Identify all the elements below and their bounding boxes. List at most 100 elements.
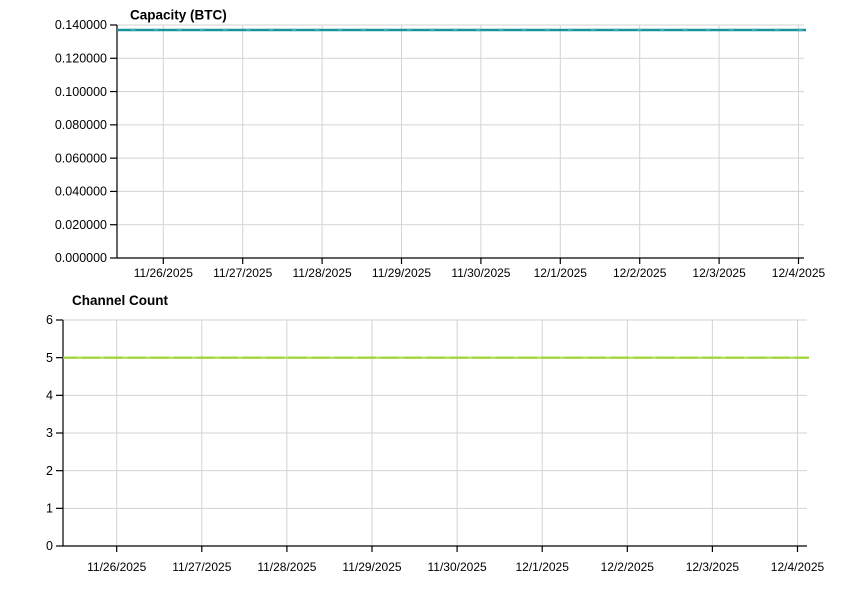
data-point-marker <box>269 28 274 32</box>
y-tick-label: 0.060000 <box>55 151 107 165</box>
data-point-marker <box>238 356 243 359</box>
data-point-marker <box>637 28 642 32</box>
x-tick-label: 11/29/2025 <box>372 266 431 280</box>
x-tick-label: 12/3/2025 <box>686 560 740 574</box>
y-tick-label: 0.120000 <box>55 51 107 65</box>
data-point-marker <box>790 356 795 359</box>
data-point-marker <box>315 28 320 32</box>
capacity-chart: 0.000000 0.020000 0.040000 0.060000 0.080000… <box>55 8 826 281</box>
x-tick-label: 12/4/2025 <box>771 560 825 574</box>
data-point-marker <box>606 356 611 359</box>
data-point-marker <box>177 28 182 32</box>
y-tick-label: 0.040000 <box>55 185 107 199</box>
data-point-marker <box>131 28 136 32</box>
data-point-marker <box>729 28 734 32</box>
channel-count-chart-title: Channel Count <box>72 293 168 308</box>
capacity-chart-title: Capacity (BTC) <box>130 8 227 23</box>
data-point-marker <box>675 356 680 359</box>
data-point-marker <box>100 356 105 359</box>
x-tick-label: 12/4/2025 <box>772 266 826 280</box>
capacity-chart-plot: 0.000000 0.020000 0.040000 0.060000 0.080000… <box>55 18 826 280</box>
data-point-marker <box>430 28 435 32</box>
data-point-marker <box>407 28 412 32</box>
data-point-marker <box>77 356 82 359</box>
data-point-marker <box>284 356 289 359</box>
data-point-marker <box>491 356 496 359</box>
data-point-marker <box>706 28 711 32</box>
data-point-marker <box>499 28 504 32</box>
y-tick-label: 0 <box>46 539 53 553</box>
x-tick-label: 11/26/2025 <box>134 266 193 280</box>
y-tick-label: 5 <box>46 351 53 365</box>
data-point-marker <box>798 28 803 32</box>
data-point-marker <box>453 28 458 32</box>
dashboard-page: 0.000000 0.020000 0.040000 0.060000 0.080000… <box>0 0 860 600</box>
data-point-marker <box>223 28 228 32</box>
data-point-marker <box>200 28 205 32</box>
y-tick-label: 0.080000 <box>55 118 107 132</box>
x-tick-label: 11/27/2025 <box>172 560 231 574</box>
data-point-marker <box>399 356 404 359</box>
data-point-marker <box>154 28 159 32</box>
x-tick-label: 11/28/2025 <box>293 266 352 280</box>
data-point-marker <box>376 356 381 359</box>
data-point-marker <box>775 28 780 32</box>
data-point-marker <box>246 28 251 32</box>
x-tick-label: 11/27/2025 <box>213 266 272 280</box>
x-tick-label: 11/30/2025 <box>428 560 487 574</box>
data-point-marker <box>146 356 151 359</box>
data-point-marker <box>215 356 220 359</box>
data-point-marker <box>591 28 596 32</box>
data-point-marker <box>660 28 665 32</box>
y-tick-label: 0.000000 <box>55 251 107 265</box>
data-point-marker <box>261 356 266 359</box>
data-point-marker <box>468 356 473 359</box>
data-point-marker <box>537 356 542 359</box>
data-point-marker <box>683 28 688 32</box>
data-point-marker <box>192 356 197 359</box>
data-point-marker <box>422 356 427 359</box>
data-point-marker <box>752 28 757 32</box>
data-point-marker <box>353 356 358 359</box>
x-tick-label: 11/28/2025 <box>257 560 316 574</box>
data-point-marker <box>614 28 619 32</box>
y-tick-label: 4 <box>46 389 53 403</box>
x-tick-label: 12/2/2025 <box>601 560 655 574</box>
x-tick-label: 11/30/2025 <box>451 266 510 280</box>
data-point-marker <box>698 356 703 359</box>
data-point-marker <box>338 28 343 32</box>
x-tick-label: 12/3/2025 <box>692 266 746 280</box>
x-tick-label: 11/29/2025 <box>342 560 401 574</box>
channel-count-chart-plot: 0 1 2 3 4 5 6 11/26/2025 11/27/2025 11/28/2025 11/… <box>46 313 824 574</box>
data-point-marker <box>445 356 450 359</box>
y-tick-label: 0.020000 <box>55 218 107 232</box>
data-point-marker <box>522 28 527 32</box>
y-tick-label: 0.100000 <box>55 85 107 99</box>
x-tick-label: 12/1/2025 <box>516 560 570 574</box>
data-point-marker <box>307 356 312 359</box>
channel-count-chart: 0 1 2 3 4 5 6 11/26/2025 11/27/2025 11/28/2025 11/… <box>46 293 824 574</box>
data-point-marker <box>583 356 588 359</box>
y-tick-label: 6 <box>46 313 53 327</box>
y-tick-label: 0.140000 <box>55 18 107 32</box>
data-point-marker <box>292 28 297 32</box>
data-point-marker <box>721 356 726 359</box>
x-tick-label: 12/2/2025 <box>613 266 667 280</box>
x-tick-label: 12/1/2025 <box>534 266 588 280</box>
y-tick-label: 1 <box>46 502 53 516</box>
data-point-marker <box>545 28 550 32</box>
data-point-marker <box>629 356 634 359</box>
y-tick-label: 3 <box>46 426 53 440</box>
y-tick-label: 2 <box>46 464 53 478</box>
data-point-marker <box>384 28 389 32</box>
data-point-marker <box>123 356 128 359</box>
data-point-marker <box>560 356 565 359</box>
data-point-marker <box>767 356 772 359</box>
data-point-marker <box>744 356 749 359</box>
x-tick-label: 11/26/2025 <box>87 560 146 574</box>
data-point-marker <box>652 356 657 359</box>
data-point-marker <box>361 28 366 32</box>
data-point-marker <box>169 356 174 359</box>
data-point-marker <box>514 356 519 359</box>
data-point-marker <box>330 356 335 359</box>
